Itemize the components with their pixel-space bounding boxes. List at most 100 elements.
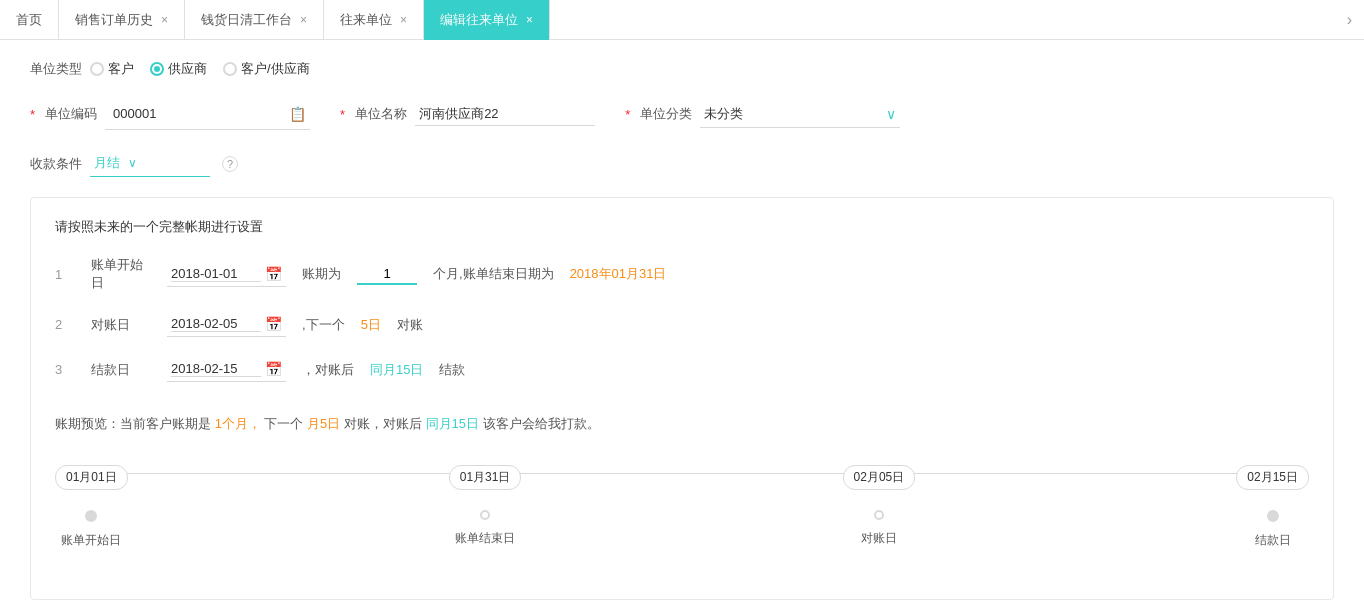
category-dropdown-arrow: ∨ [886, 106, 896, 122]
radio-both-circle [223, 62, 237, 76]
unit-category-select[interactable]: 未分类 ∨ [700, 101, 900, 128]
radio-customer-label: 客户 [108, 60, 134, 78]
unit-code-input-wrapper: 📋 [105, 98, 310, 130]
timeline-item-reconcile: 02月05日 对账日 [843, 465, 916, 549]
tab-more-button[interactable]: › [1335, 11, 1364, 29]
timeline-badge-end: 01月31日 [449, 465, 522, 490]
preview-reconcile-suffix: 对账，对账后 [344, 416, 422, 431]
radio-customer-circle [90, 62, 104, 76]
unit-code-star: * [30, 107, 35, 122]
preview-text: 账期预览：当前客户账期是 1个月， 下一个 月5日 对账，对账后 同月15日 该… [55, 414, 1309, 435]
preview-payment-suffix: 该客户会给我打款。 [483, 416, 600, 431]
row-num-2: 2 [55, 317, 75, 332]
close-tab-partner[interactable]: × [400, 13, 407, 27]
unit-name-field: * 单位名称 [340, 102, 595, 126]
unit-type-field: 单位类型 客户 供应商 客户/供应商 [30, 60, 310, 78]
payment-condition-field: 收款条件 月结 ∨ ? [30, 150, 238, 177]
payment-date-calendar-icon[interactable]: 📅 [265, 361, 282, 377]
reconcile-suffix: 对账 [397, 316, 423, 334]
timeline-badge-payment: 02月15日 [1236, 465, 1309, 490]
close-tab-sales-history[interactable]: × [161, 13, 168, 27]
radio-supplier-circle [150, 62, 164, 76]
timeline-label-start: 账单开始日 [61, 532, 121, 549]
unit-code-field: * 单位编码 📋 [30, 98, 310, 130]
unit-name-label: 单位名称 [355, 105, 407, 123]
timeline-dot-reconcile [874, 510, 884, 520]
period-label-prefix: 账期为 [302, 265, 341, 283]
payment-condition-select[interactable]: 月结 ∨ [90, 150, 210, 177]
timeline-badge-reconcile: 02月05日 [843, 465, 916, 490]
unit-category-label: 单位分类 [640, 105, 692, 123]
payment-date-input-wrapper: 📅 [167, 357, 286, 382]
start-date-input-wrapper: 📅 [167, 262, 286, 287]
radio-customer[interactable]: 客户 [90, 60, 134, 78]
tab-home[interactable]: 首页 [0, 0, 59, 40]
unit-type-row: 单位类型 客户 供应商 客户/供应商 [30, 60, 1334, 78]
unit-category-field: * 单位分类 未分类 ∨ [625, 101, 900, 128]
timeline-item-payment: 02月15日 结款日 [1236, 465, 1309, 549]
preview-reconcile-prefix: 下一个 [264, 416, 303, 431]
timeline-items: 01月01日 账单开始日 01月31日 账单结束日 02月05日 对账日 [55, 465, 1309, 549]
reconcile-date-input-wrapper: 📅 [167, 312, 286, 337]
card-title: 请按照未来的一个完整帐期进行设置 [55, 218, 1309, 236]
unit-name-input[interactable] [415, 102, 595, 126]
preview-label: 账期预览：当前客户账期是 [55, 416, 211, 431]
unit-code-input[interactable] [109, 102, 285, 125]
period-row-2: 2 对账日 📅 ,下一个 5日 对账 [55, 312, 1309, 337]
payment-day-highlight: 同月15日 [370, 361, 423, 379]
row-num-1: 1 [55, 267, 75, 282]
timeline-item-start: 01月01日 账单开始日 [55, 465, 128, 549]
unit-category-value: 未分类 [704, 105, 878, 123]
start-date-calendar-icon[interactable]: 📅 [265, 266, 282, 282]
timeline: 01月01日 账单开始日 01月31日 账单结束日 02月05日 对账日 [55, 455, 1309, 579]
unit-type-radio-group: 客户 供应商 客户/供应商 [90, 60, 310, 78]
preview-period: 1个月， [215, 416, 261, 431]
period-row-1: 1 账单开始日 📅 账期为 个月,账单结束日期为 2018年01月31日 [55, 256, 1309, 292]
reconcile-date-input[interactable] [171, 316, 261, 332]
period-label-suffix: 个月,账单结束日期为 [433, 265, 554, 283]
unit-code-icon[interactable]: 📋 [289, 106, 306, 122]
unit-code-label: 单位编码 [45, 105, 97, 123]
timeline-badge-start: 01月01日 [55, 465, 128, 490]
period-months-input[interactable] [357, 264, 417, 285]
payment-date-input[interactable] [171, 361, 261, 377]
radio-both-label: 客户/供应商 [241, 60, 310, 78]
main-content: 单位类型 客户 供应商 客户/供应商 * 单位编码 [0, 40, 1364, 608]
row-num-3: 3 [55, 362, 75, 377]
preview-payment-day: 同月15日 [426, 416, 479, 431]
timeline-dot-start [85, 510, 97, 522]
payment-suffix: 结款 [439, 361, 465, 379]
preview-section: 账期预览：当前客户账期是 1个月， 下一个 月5日 对账，对账后 同月15日 该… [55, 402, 1309, 579]
row-label-1: 账单开始日 [91, 256, 151, 292]
preview-reconcile-day: 月5日 [307, 416, 340, 431]
payment-condition-label: 收款条件 [30, 155, 82, 173]
radio-supplier[interactable]: 供应商 [150, 60, 207, 78]
reconcile-day-highlight: 5日 [361, 316, 381, 334]
payment-prefix: ，对账后 [302, 361, 354, 379]
unit-name-star: * [340, 107, 345, 122]
start-date-input[interactable] [171, 266, 261, 282]
timeline-item-end: 01月31日 账单结束日 [449, 465, 522, 549]
unit-type-label: 单位类型 [30, 60, 82, 78]
tab-partner[interactable]: 往来单位 × [324, 0, 424, 40]
radio-both[interactable]: 客户/供应商 [223, 60, 310, 78]
row-label-2: 对账日 [91, 316, 151, 334]
payment-condition-arrow: ∨ [128, 156, 137, 170]
tab-sales-history[interactable]: 销售订单历史 × [59, 0, 185, 40]
close-tab-cash-work[interactable]: × [300, 13, 307, 27]
radio-supplier-label: 供应商 [168, 60, 207, 78]
end-date-highlight: 2018年01月31日 [570, 265, 667, 283]
period-card: 请按照未来的一个完整帐期进行设置 1 账单开始日 📅 账期为 个月,账单结束日期… [30, 197, 1334, 600]
tab-cash-work[interactable]: 钱货日清工作台 × [185, 0, 324, 40]
reconcile-prefix: ,下一个 [302, 316, 345, 334]
unit-category-star: * [625, 107, 630, 122]
timeline-dot-payment [1267, 510, 1279, 522]
tab-edit-partner[interactable]: 编辑往来单位 × [424, 0, 550, 40]
timeline-label-payment: 结款日 [1255, 532, 1291, 549]
payment-condition-row: 收款条件 月结 ∨ ? [30, 150, 1334, 177]
reconcile-date-calendar-icon[interactable]: 📅 [265, 316, 282, 332]
help-icon[interactable]: ? [222, 156, 238, 172]
timeline-label-reconcile: 对账日 [861, 530, 897, 547]
close-tab-edit-partner[interactable]: × [526, 13, 533, 27]
payment-condition-value: 月结 [94, 154, 120, 172]
